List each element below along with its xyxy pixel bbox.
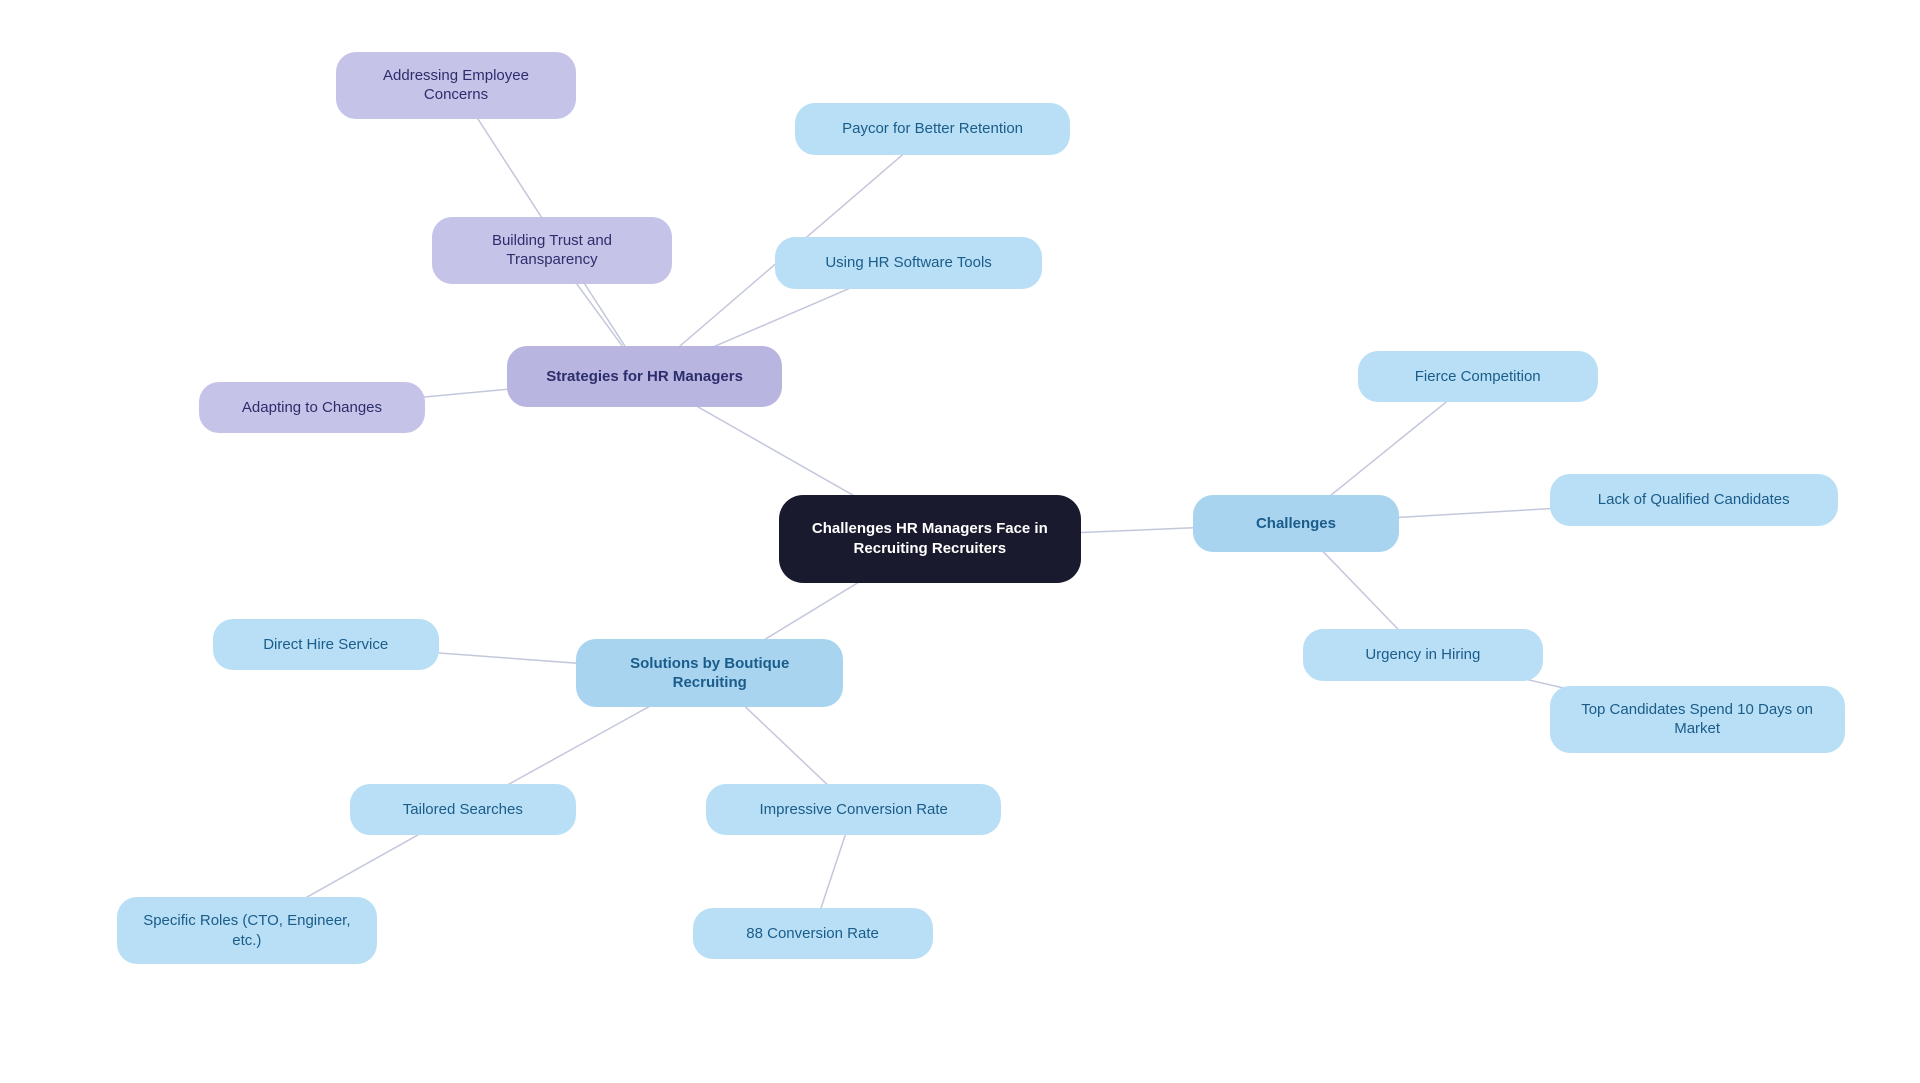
node-building: Building Trust and Transparency	[432, 217, 672, 284]
node-paycor: Paycor for Better Retention	[795, 103, 1069, 155]
node-challenges: Challenges	[1193, 495, 1399, 552]
node-label-challenges: Challenges	[1256, 514, 1336, 534]
node-label-directhire: Direct Hire Service	[263, 635, 388, 655]
node-conversion: 88 Conversion Rate	[693, 908, 933, 960]
node-specific: Specific Roles (CTO, Engineer, etc.)	[117, 897, 378, 964]
node-center: Challenges HR Managers Face in Recruitin…	[779, 495, 1081, 583]
node-topcandidates: Top Candidates Spend 10 Days on Market	[1550, 686, 1845, 753]
node-label-paycor: Paycor for Better Retention	[842, 119, 1023, 139]
node-label-addressing: Addressing Employee Concerns	[356, 66, 556, 105]
node-label-lack: Lack of Qualified Candidates	[1598, 490, 1790, 510]
node-fierce: Fierce Competition	[1358, 351, 1598, 403]
node-tailored: Tailored Searches	[350, 784, 576, 836]
node-hrtools: Using HR Software Tools	[775, 237, 1042, 289]
node-label-strategies: Strategies for HR Managers	[546, 367, 743, 387]
node-lack: Lack of Qualified Candidates	[1550, 474, 1838, 526]
node-label-fierce: Fierce Competition	[1415, 367, 1541, 387]
node-label-urgency: Urgency in Hiring	[1365, 645, 1480, 665]
node-label-building: Building Trust and Transparency	[452, 231, 652, 270]
node-label-adapting: Adapting to Changes	[242, 398, 382, 418]
node-solutions: Solutions by Boutique Recruiting	[576, 639, 843, 706]
node-adapting: Adapting to Changes	[199, 382, 425, 434]
node-label-topcandidates: Top Candidates Spend 10 Days on Market	[1570, 700, 1825, 739]
node-impressive: Impressive Conversion Rate	[706, 784, 1001, 836]
node-label-center: Challenges HR Managers Face in Recruitin…	[799, 519, 1061, 558]
node-addressing: Addressing Employee Concerns	[336, 52, 576, 119]
node-directhire: Direct Hire Service	[213, 619, 439, 671]
node-label-conversion: 88 Conversion Rate	[746, 924, 879, 944]
node-label-solutions: Solutions by Boutique Recruiting	[596, 654, 823, 693]
node-strategies: Strategies for HR Managers	[507, 346, 781, 408]
mindmap-container: Challenges HR Managers Face in Recruitin…	[0, 0, 1920, 1083]
node-urgency: Urgency in Hiring	[1303, 629, 1543, 681]
node-label-tailored: Tailored Searches	[403, 800, 523, 820]
node-label-specific: Specific Roles (CTO, Engineer, etc.)	[137, 911, 358, 950]
node-label-hrtools: Using HR Software Tools	[825, 253, 991, 273]
node-label-impressive: Impressive Conversion Rate	[759, 800, 947, 820]
